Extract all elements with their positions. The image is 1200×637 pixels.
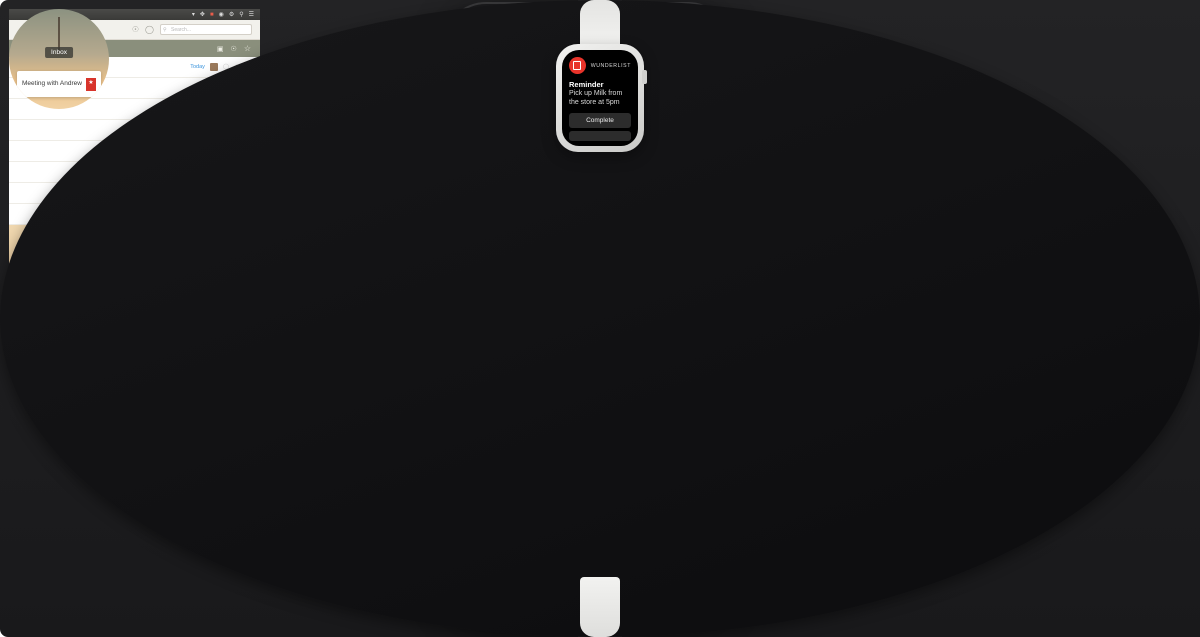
- chat-icon[interactable]: ◯: [145, 25, 154, 34]
- product-device-lineup: Kate Spencer ☉ ◯ Search ⚲ Inbox5Assigned…: [0, 0, 1200, 637]
- print-icon[interactable]: ▣: [217, 45, 224, 53]
- apple-watch-notification-title: Reminder: [569, 80, 604, 89]
- avatar: [209, 63, 218, 71]
- apple-watch-screen: WUNDERLIST Reminder Pick up Milk from th…: [562, 50, 638, 146]
- mac-task-meta: Today: [190, 64, 205, 70]
- android-watch-card-text: Meeting with Andrew: [22, 79, 82, 87]
- apple-watch-case: WUNDERLIST Reminder Pick up Milk from th…: [556, 44, 647, 152]
- flag-icon: ★: [86, 77, 96, 91]
- bluetooth-icon[interactable]: ✥: [200, 11, 205, 18]
- mac-search-placeholder: Search...: [171, 26, 192, 33]
- list-icon[interactable]: ☰: [249, 11, 254, 18]
- apple-watch-app-name: WUNDERLIST: [590, 62, 631, 69]
- wifi-icon[interactable]: ▾: [192, 11, 195, 18]
- apple-watch-notification-body: Pick up Milk from the store at 5pm: [569, 90, 623, 106]
- star-icon[interactable]: ☆: [244, 44, 251, 53]
- clock-icon[interactable]: ◉: [219, 11, 224, 18]
- bell-icon[interactable]: ☉: [132, 25, 139, 34]
- search-icon[interactable]: ⚲: [239, 11, 243, 18]
- wunderlist-app-icon: [569, 57, 586, 74]
- gear-icon[interactable]: ⚙: [229, 11, 234, 18]
- apple-watch-secondary-button[interactable]: [569, 130, 631, 141]
- bell-icon[interactable]: ☉: [231, 45, 237, 53]
- android-watch-screen: Inbox Meeting with Andrew ★: [9, 9, 109, 109]
- mac-search-input[interactable]: ⚲ Search...: [160, 24, 252, 35]
- digital-crown-icon[interactable]: [642, 70, 647, 84]
- apple-watch-complete-button[interactable]: Complete: [569, 112, 631, 128]
- battery-icon[interactable]: ■: [210, 12, 214, 18]
- apple-watch-strap-bottom: [580, 577, 620, 637]
- android-watch-list-chip[interactable]: Inbox: [45, 47, 73, 58]
- search-icon: ⚲: [163, 26, 167, 33]
- android-watch-notification-card[interactable]: Meeting with Andrew ★: [17, 71, 101, 97]
